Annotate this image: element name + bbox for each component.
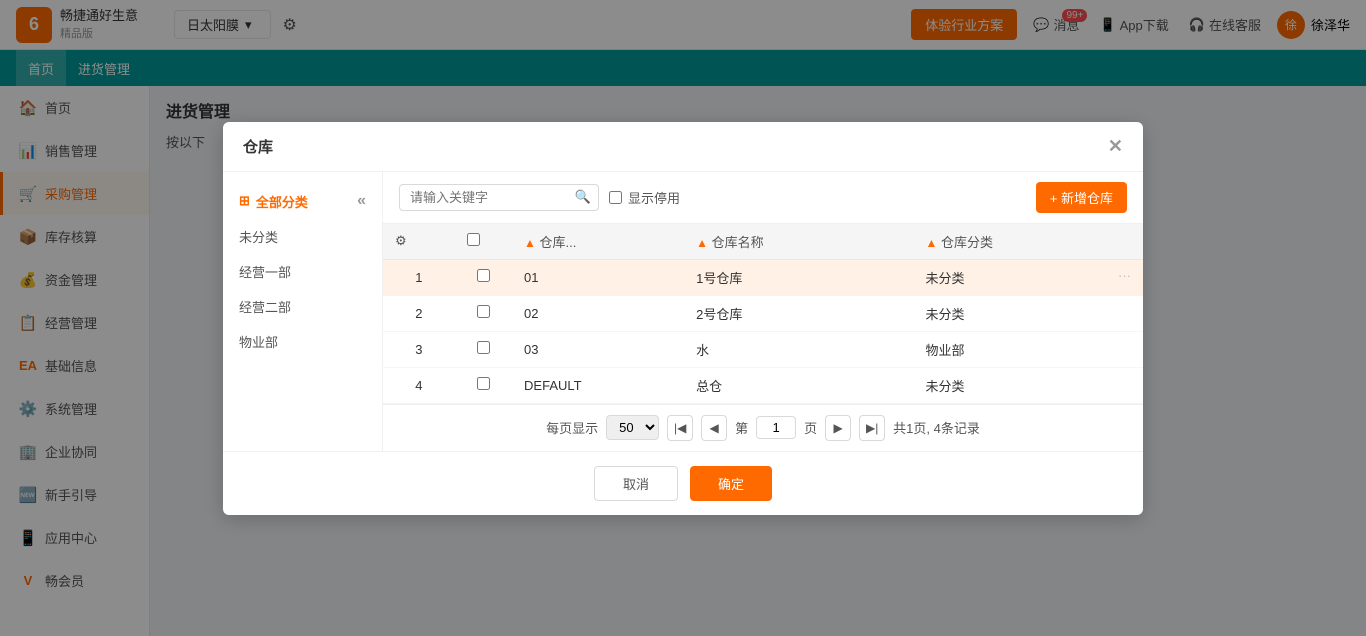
modal-sidebar-item-1[interactable]: 经营一部: [223, 254, 382, 289]
sort-icon-name: ▲: [696, 236, 708, 250]
table-row[interactable]: 1 01 1号仓库 未分类···: [383, 259, 1143, 295]
row-checkbox[interactable]: [477, 269, 490, 282]
row-actions: ···: [1118, 268, 1131, 283]
th-checkbox: [455, 224, 512, 260]
row-code: 03: [512, 331, 684, 367]
th-code: ▲ 仓库...: [512, 224, 684, 260]
page-number-input[interactable]: [756, 416, 796, 439]
modal-sidebar-item-3[interactable]: 物业部: [223, 324, 382, 359]
row-no: 1: [383, 259, 455, 295]
row-code: 02: [512, 295, 684, 331]
th-name: ▲ 仓库名称: [684, 224, 913, 260]
row-name: 2号仓库: [684, 295, 913, 331]
page-prev-btn[interactable]: ◀: [701, 415, 727, 441]
sort-icon: ▲: [524, 236, 536, 250]
row-checkbox[interactable]: [477, 341, 490, 354]
row-checkbox[interactable]: [477, 377, 490, 390]
row-category: 未分类: [914, 367, 1143, 403]
row-checkbox[interactable]: [477, 305, 490, 318]
row-category: 物业部: [914, 331, 1143, 367]
modal-table-wrap: ⚙ ▲ 仓库... ▲: [383, 224, 1143, 404]
th-settings: ⚙: [383, 224, 455, 260]
modal-sidebar-item-0[interactable]: 未分类: [223, 219, 382, 254]
modal-backdrop: 仓库 ✕ ⊞ 全部分类 « 未分类 经营一部 经营二部: [0, 0, 1366, 636]
row-check[interactable]: [455, 259, 512, 295]
table-body: 1 01 1号仓库 未分类··· 2 02 2号仓库 未分类 3 03 水 物业…: [383, 259, 1143, 403]
modal-sidebar-header-label: 全部分类: [256, 192, 308, 211]
confirm-button[interactable]: 确定: [690, 466, 772, 501]
total-info: 共1页, 4条记录: [893, 418, 980, 437]
row-no: 2: [383, 295, 455, 331]
table-header: ⚙ ▲ 仓库... ▲: [383, 224, 1143, 260]
table-row[interactable]: 2 02 2号仓库 未分类: [383, 295, 1143, 331]
modal-close-button[interactable]: ✕: [1108, 136, 1123, 157]
th-category: ▲ 仓库分类: [914, 224, 1143, 260]
row-category: 未分类: [914, 295, 1143, 331]
per-page-select[interactable]: 50: [606, 415, 659, 440]
modal-header: 仓库 ✕: [223, 122, 1143, 172]
row-name: 总仓: [684, 367, 913, 403]
table-row[interactable]: 3 03 水 物业部: [383, 331, 1143, 367]
modal-body: ⊞ 全部分类 « 未分类 经营一部 经营二部 物业部: [223, 172, 1143, 451]
search-wrap: 🔍: [399, 184, 599, 211]
row-name: 水: [684, 331, 913, 367]
row-category: 未分类···: [914, 259, 1143, 295]
row-check[interactable]: [455, 367, 512, 403]
row-code: DEFAULT: [512, 367, 684, 403]
row-no: 4: [383, 367, 455, 403]
page-next-btn[interactable]: ▶: [825, 415, 851, 441]
row-no: 3: [383, 331, 455, 367]
page-unit: 页: [804, 418, 817, 437]
sort-icon-cat: ▲: [926, 236, 938, 250]
modal-sidebar-item-2[interactable]: 经营二部: [223, 289, 382, 324]
warehouse-modal: 仓库 ✕ ⊞ 全部分类 « 未分类 经营一部 经营二部: [223, 122, 1143, 515]
grid-icon: ⊞: [239, 193, 250, 209]
warehouse-table: ⚙ ▲ 仓库... ▲: [383, 224, 1143, 404]
select-all-checkbox[interactable]: [467, 233, 480, 246]
per-page-label: 每页显示: [546, 418, 598, 437]
search-input[interactable]: [399, 184, 599, 211]
row-code: 01: [512, 259, 684, 295]
table-row[interactable]: 4 DEFAULT 总仓 未分类: [383, 367, 1143, 403]
gear-settings-icon: ⚙: [395, 233, 407, 248]
row-check[interactable]: [455, 295, 512, 331]
show-disabled-label: 显示停用: [628, 188, 680, 207]
modal-toolbar: 🔍 显示停用 + 新增仓库: [383, 172, 1143, 224]
show-disabled-checkbox-label[interactable]: 显示停用: [609, 188, 680, 207]
collapse-icon[interactable]: «: [357, 192, 366, 210]
cancel-button[interactable]: 取消: [594, 466, 678, 501]
modal-title: 仓库: [243, 136, 273, 157]
search-icon: 🔍: [575, 189, 591, 205]
row-check[interactable]: [455, 331, 512, 367]
show-disabled-checkbox[interactable]: [609, 191, 622, 204]
page-last-btn[interactable]: ▶|: [859, 415, 885, 441]
modal-actions: 取消 确定: [223, 451, 1143, 515]
modal-sidebar: ⊞ 全部分类 « 未分类 经营一部 经营二部 物业部: [223, 172, 383, 451]
modal-pagination: 每页显示 50 |◀ ◀ 第 页 ▶ ▶| 共1页, 4条记录: [383, 404, 1143, 451]
row-name: 1号仓库: [684, 259, 913, 295]
modal-sidebar-header: ⊞ 全部分类 «: [223, 184, 382, 219]
add-warehouse-button[interactable]: + 新增仓库: [1036, 182, 1127, 213]
page-label: 第: [735, 418, 748, 437]
modal-content: 🔍 显示停用 + 新增仓库 ⚙: [383, 172, 1143, 451]
page-first-btn[interactable]: |◀: [667, 415, 693, 441]
